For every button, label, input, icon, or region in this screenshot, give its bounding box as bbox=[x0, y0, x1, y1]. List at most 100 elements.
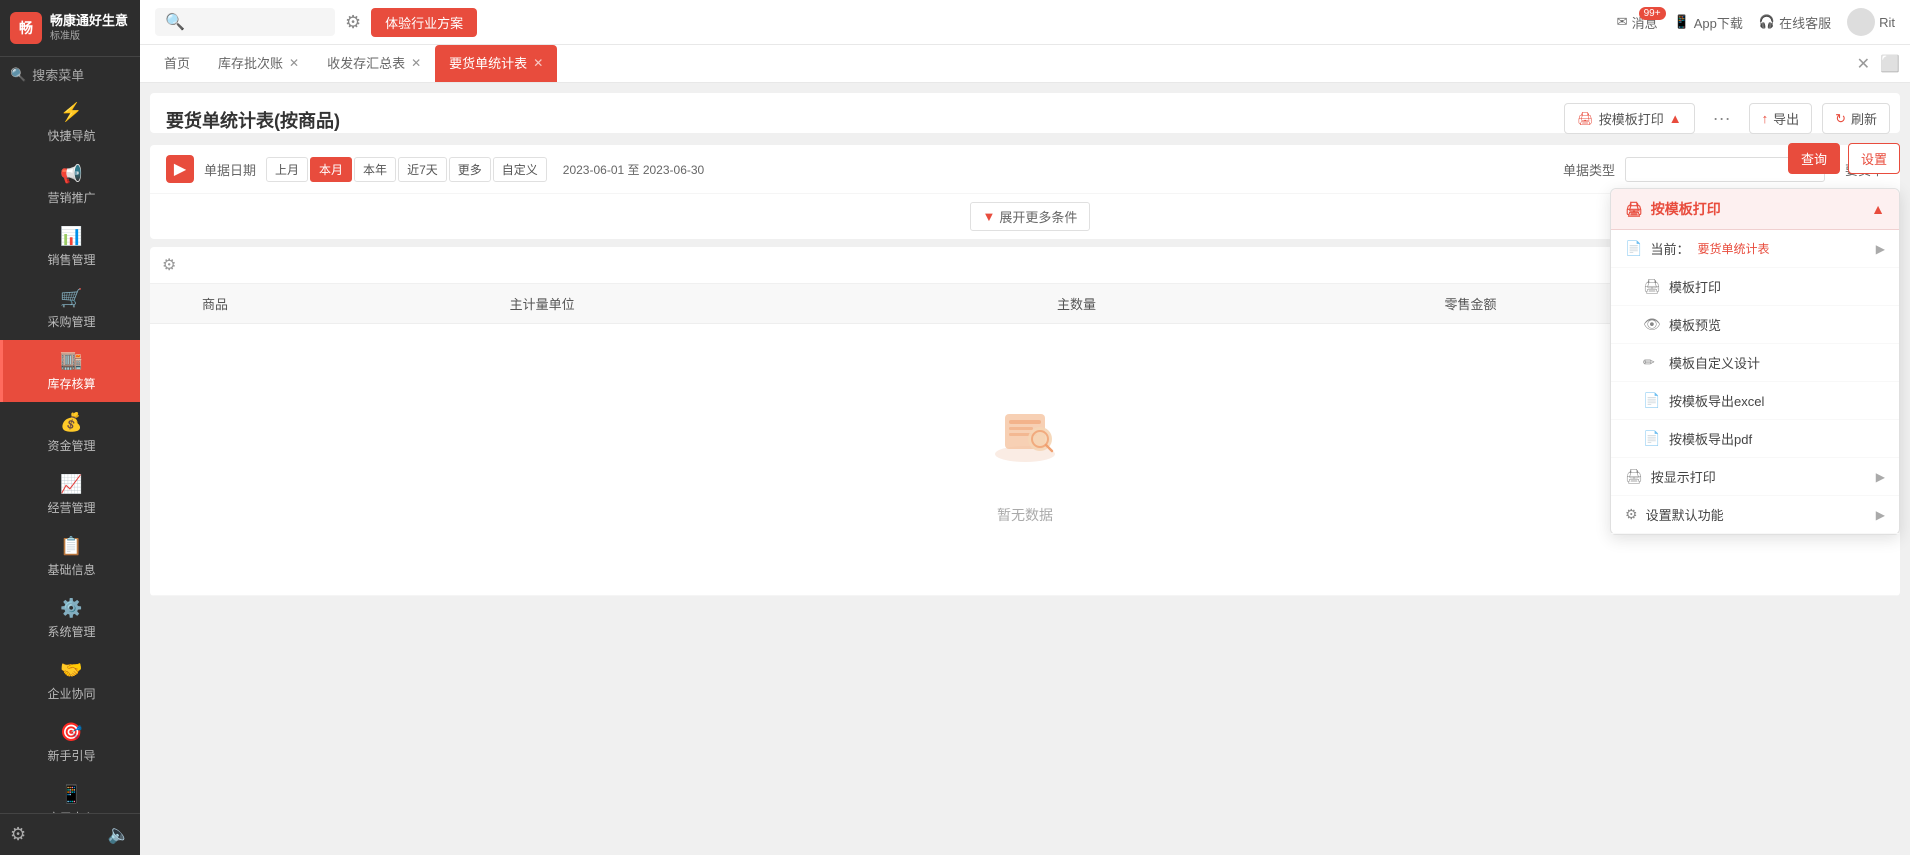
expand-label: 展开更多条件 bbox=[999, 207, 1077, 226]
filter-expand-icon[interactable]: ▶ bbox=[166, 155, 194, 183]
date-filter-label: 单据日期 bbox=[204, 160, 256, 179]
coop-icon: 🤝 bbox=[60, 660, 82, 681]
template-preview-label: 模板预览 bbox=[1669, 315, 1721, 334]
dropdown-current-item[interactable]: 📄 当前： 要货单统计表 ▶ bbox=[1611, 230, 1899, 268]
more-actions-icon[interactable]: ··· bbox=[1705, 104, 1739, 133]
template-design-label: 模板自定义设计 bbox=[1669, 353, 1760, 372]
operations-icon: 📈 bbox=[60, 474, 82, 495]
appcenter-icon: 📱 bbox=[60, 784, 82, 805]
sidebar-logo: 畅 畅康通好生意 标准版 bbox=[0, 0, 140, 57]
filter-top: ▶ 单据日期 上月 本月 本年 近7天 更多 自定义 2023-06-01 至 … bbox=[150, 145, 1900, 194]
online-service-button[interactable]: 🎧 在线客服 bbox=[1759, 13, 1831, 32]
tab-receivables-summary[interactable]: 收发存汇总表 ✕ bbox=[313, 45, 435, 82]
refresh-icon: ↻ bbox=[1835, 111, 1846, 127]
user-avatar[interactable]: Rit bbox=[1847, 8, 1895, 36]
volume-icon[interactable]: 🔈 bbox=[108, 824, 130, 845]
sidebar-item-inventory[interactable]: 🏬 库存核算 bbox=[0, 340, 140, 402]
dropdown-display-print-group[interactable]: 🖨 按显示打印 ▶ bbox=[1611, 458, 1899, 496]
search-icon: 🔍 bbox=[10, 67, 26, 83]
sidebar-item-label: 基础信息 bbox=[47, 561, 95, 578]
date-custom-btn[interactable]: 自定义 bbox=[493, 157, 547, 182]
query-button[interactable]: 查询 bbox=[1788, 143, 1840, 174]
tab-bar: 首页 库存批次账 ✕ 收发存汇总表 ✕ 要货单统计表 ✕ ✕ ⬜ bbox=[140, 45, 1910, 83]
sidebar-item-marketing[interactable]: 📢 营销推广 bbox=[0, 154, 140, 216]
current-template-label: 当前： bbox=[1650, 239, 1689, 258]
set-default-chevron: ▶ bbox=[1876, 508, 1885, 522]
dropdown-template-preview[interactable]: 👁 模板预览 bbox=[1611, 306, 1899, 344]
app-download-button[interactable]: 📱 App下载 bbox=[1674, 13, 1743, 32]
dropdown-export-excel[interactable]: 📄 按模板导出excel bbox=[1611, 382, 1899, 420]
tab-inventory-batch[interactable]: 库存批次账 ✕ bbox=[204, 45, 313, 82]
sidebar-item-sales[interactable]: 📊 销售管理 bbox=[0, 216, 140, 278]
finance-icon: 💰 bbox=[60, 412, 82, 433]
sidebar-item-finance[interactable]: 💰 资金管理 bbox=[0, 402, 140, 464]
sidebar-item-purchase[interactable]: 🛒 采购管理 bbox=[0, 278, 140, 340]
dropdown-export-pdf[interactable]: 📄 按模板导出pdf bbox=[1611, 420, 1899, 458]
topbar-gear-icon[interactable]: ⚙ bbox=[345, 12, 361, 33]
sidebar-item-label: 库存核算 bbox=[47, 375, 95, 392]
display-print-chevron: ▶ bbox=[1876, 470, 1885, 484]
table-settings-icon[interactable]: ⚙ bbox=[162, 255, 176, 275]
search-input[interactable] bbox=[191, 15, 321, 30]
sidebar-item-system[interactable]: ⚙️ 系统管理 bbox=[0, 588, 140, 650]
display-print-label: 按显示打印 bbox=[1651, 467, 1716, 486]
export-excel-label: 按模板导出excel bbox=[1669, 391, 1764, 410]
dropdown-header-label: 按模板打印 bbox=[1651, 199, 1721, 219]
inventory-icon: 🏬 bbox=[60, 350, 82, 371]
sidebar-item-label: 经营管理 bbox=[47, 499, 95, 516]
marketing-icon: 📢 bbox=[60, 164, 82, 185]
date-nav: 上月 本月 本年 近7天 更多 自定义 bbox=[266, 157, 547, 182]
tab-receivables-close[interactable]: ✕ bbox=[411, 56, 421, 70]
topbar-search[interactable]: 🔍 bbox=[155, 8, 335, 36]
date-last7days-btn[interactable]: 近7天 bbox=[398, 157, 447, 182]
sidebar-item-newguide[interactable]: 🎯 新手引导 bbox=[0, 712, 140, 774]
print-template-dropdown: 🖨 按模板打印 ▲ 📄 当前： 要货单统计表 ▶ 🖨 模板打印 bbox=[1610, 188, 1900, 535]
export-label: 导出 bbox=[1773, 109, 1799, 128]
tab-order-stats[interactable]: 要货单统计表 ✕ bbox=[435, 45, 557, 82]
tab-order-stats-close[interactable]: ✕ bbox=[533, 56, 543, 70]
sidebar-search-item[interactable]: 🔍 搜索菜单 bbox=[0, 57, 140, 92]
date-more-btn[interactable]: 更多 bbox=[449, 157, 491, 182]
sidebar-item-label: 快捷导航 bbox=[47, 127, 95, 144]
date-prev-month-btn[interactable]: 上月 bbox=[266, 157, 308, 182]
set-default-icon: ⚙ bbox=[1625, 506, 1638, 523]
dropdown-header[interactable]: 🖨 按模板打印 ▲ bbox=[1611, 189, 1899, 230]
window-maximize-icon[interactable]: ⬜ bbox=[1880, 54, 1900, 74]
tab-inventory-batch-close[interactable]: ✕ bbox=[289, 56, 299, 70]
sidebar-item-basics[interactable]: 📋 基础信息 bbox=[0, 526, 140, 588]
export-pdf-label: 按模板导出pdf bbox=[1669, 429, 1752, 448]
sidebar-nav: ⚡ 快捷导航 📢 营销推广 📊 销售管理 🛒 采购管理 🏬 库存核算 💰 资金管… bbox=[0, 92, 140, 813]
trial-button[interactable]: 体验行业方案 bbox=[371, 8, 477, 37]
refresh-label: 刷新 bbox=[1851, 109, 1877, 128]
headset-icon: 🎧 bbox=[1759, 14, 1775, 30]
dropdown-template-design[interactable]: ✏ 模板自定义设计 bbox=[1611, 344, 1899, 382]
topbar: 🔍 ⚙ 体验行业方案 ✉ 消息 99+ 📱 App下载 🎧 在线客服 Ri bbox=[140, 0, 1910, 45]
sidebar-item-quicknav[interactable]: ⚡ 快捷导航 bbox=[0, 92, 140, 154]
phone-icon: 📱 bbox=[1674, 14, 1690, 30]
dropdown-close-icon[interactable]: ▲ bbox=[1871, 201, 1885, 217]
sidebar: 畅 畅康通好生意 标准版 🔍 搜索菜单 ⚡ 快捷导航 📢 营销推广 📊 销售管理… bbox=[0, 0, 140, 855]
messages-button[interactable]: ✉ 消息 99+ bbox=[1617, 13, 1658, 32]
dropdown-template-print[interactable]: 🖨 模板打印 bbox=[1611, 268, 1899, 306]
print-template-button[interactable]: 🖨 按模板打印 ▲ bbox=[1564, 103, 1694, 134]
tab-home[interactable]: 首页 bbox=[150, 45, 204, 82]
print-template-label: 按模板打印 bbox=[1599, 109, 1664, 128]
tab-inventory-batch-label: 库存批次账 bbox=[218, 53, 283, 72]
app-name: 畅康通好生意 bbox=[50, 12, 128, 30]
date-this-year-btn[interactable]: 本年 bbox=[354, 157, 396, 182]
settings-icon[interactable]: ⚙ bbox=[10, 824, 26, 845]
export-button[interactable]: ↑ 导出 bbox=[1749, 103, 1813, 134]
order-type-label: 单据类型 bbox=[1563, 160, 1615, 179]
date-this-month-btn[interactable]: 本月 bbox=[310, 157, 352, 182]
refresh-button[interactable]: ↻ 刷新 bbox=[1822, 103, 1890, 134]
sidebar-item-label: 销售管理 bbox=[47, 251, 95, 268]
expand-more-btn[interactable]: ▼ 展开更多条件 bbox=[970, 202, 1091, 231]
dropdown-set-default-group[interactable]: ⚙ 设置默认功能 ▶ bbox=[1611, 496, 1899, 534]
window-close-icon[interactable]: ✕ bbox=[1857, 54, 1870, 74]
current-template-value: 要货单统计表 bbox=[1697, 240, 1769, 257]
sidebar-item-coop[interactable]: 🤝 企业协同 bbox=[0, 650, 140, 712]
settings-button[interactable]: 设置 bbox=[1848, 143, 1900, 174]
sidebar-item-appcenter[interactable]: 📱 应用中心 bbox=[0, 774, 140, 813]
page-content: 要货单统计表(按商品) 🖨 按模板打印 ▲ ··· ↑ 导出 ↻ 刷新 bbox=[140, 83, 1910, 855]
sidebar-item-operations[interactable]: 📈 经营管理 bbox=[0, 464, 140, 526]
